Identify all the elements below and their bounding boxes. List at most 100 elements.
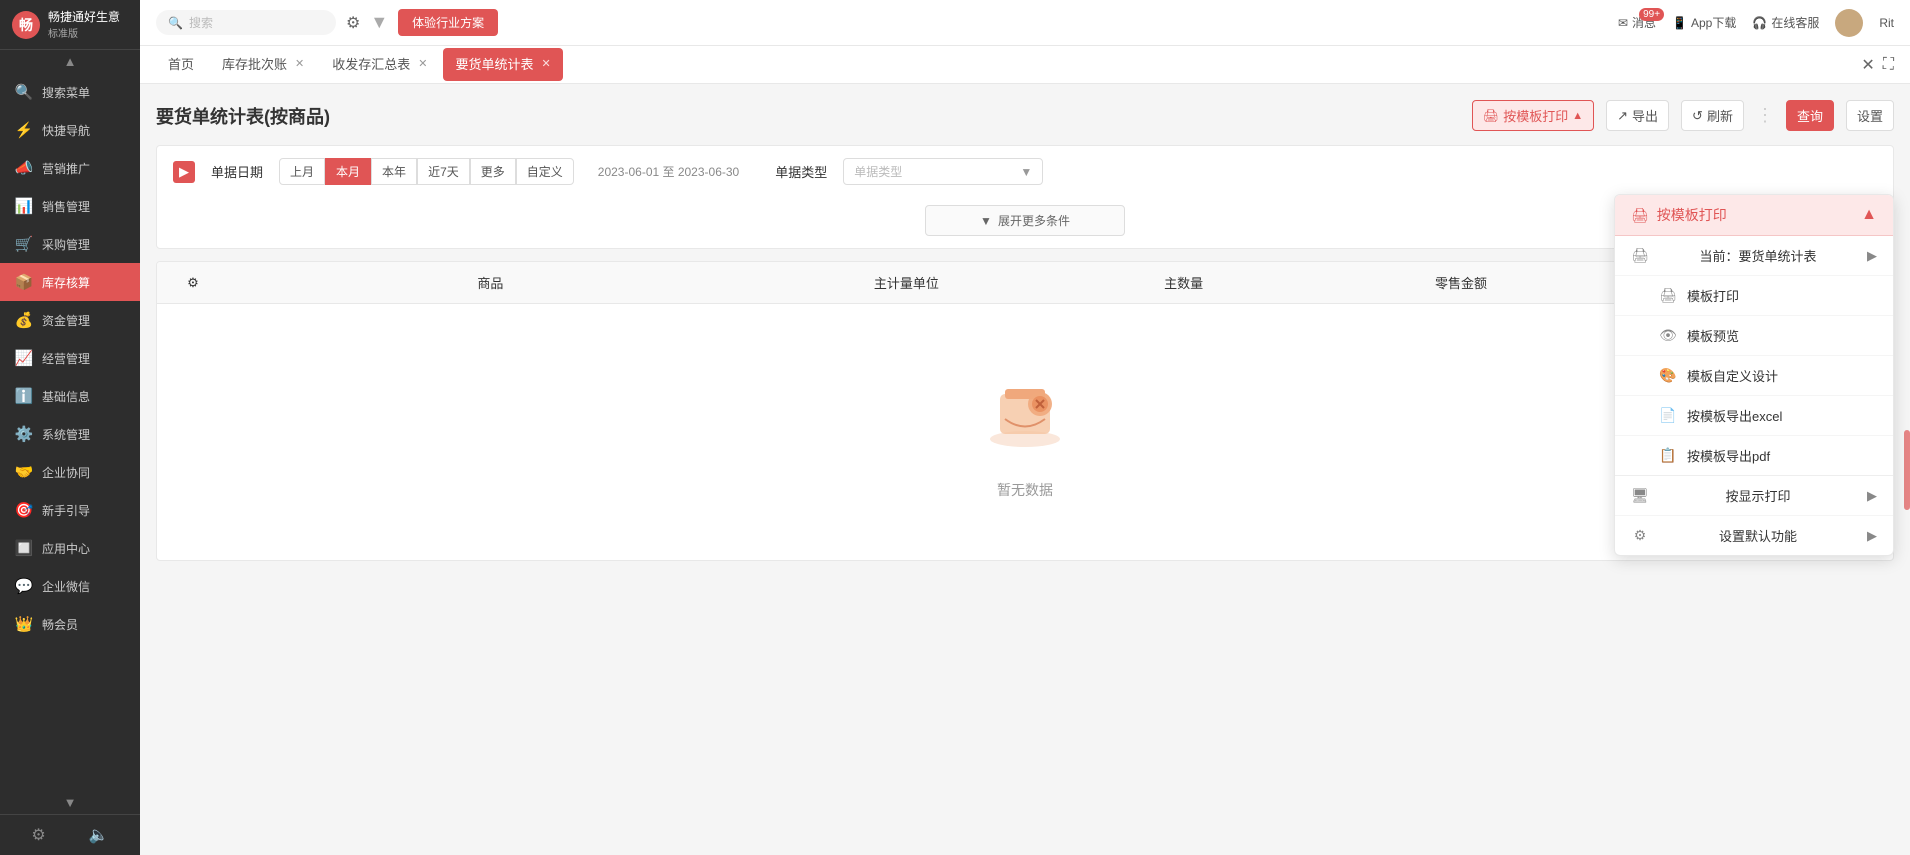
dropdown-export-pdf[interactable]: 📋 按模板导出pdf <box>1615 436 1893 475</box>
sidebar-item-system[interactable]: ⚙️ 系统管理 <box>0 415 140 453</box>
dropdown-header: 🖨 按模板打印 ▲ <box>1615 195 1893 236</box>
wechat-icon: 💬 <box>14 577 34 595</box>
tabs-actions: ✕ ⛶ <box>1861 55 1894 75</box>
topbar-gear-icon[interactable]: ⚙ <box>346 13 360 33</box>
dropdown-template-print[interactable]: 🖨 模板打印 <box>1615 276 1893 316</box>
set-default-arrow-icon: ▶ <box>1867 528 1877 544</box>
export-excel-icon: 📄 <box>1659 407 1677 424</box>
refresh-btn[interactable]: ↺ 刷新 <box>1681 100 1744 131</box>
tab-collection-summary[interactable]: 收发存汇总表 ✕ <box>320 48 439 81</box>
sales-icon: 📊 <box>14 197 34 215</box>
tab-close-order-stats[interactable]: ✕ <box>542 57 551 70</box>
dropdown-current-template[interactable]: 🖨 当前：要货单统计表 ▶ <box>1615 236 1893 276</box>
current-template-arrow-icon: ▶ <box>1867 248 1877 264</box>
template-design-icon: 🎨 <box>1659 367 1677 384</box>
sidebar-nav: 🔍 搜索菜单 ⚡ 快捷导航 📣 营销推广 📊 销售管理 🛒 采购管理 📦 库存核… <box>0 73 140 791</box>
main-area: 🔍 搜索 ⚙ ▼ 体验行业方案 ✉ 消息 99+ 📱 App下载 🎧 在线客服 … <box>140 0 1910 855</box>
col-goods: 商品 <box>213 273 768 292</box>
topbar-search[interactable]: 🔍 搜索 <box>156 10 336 35</box>
template-preview-icon: 👁 <box>1659 327 1677 344</box>
headset-icon: 🎧 <box>1752 16 1767 30</box>
audio-icon[interactable]: 🔈 <box>89 825 109 845</box>
page-header: 要货单统计表(按商品) 🖨 按模板打印 ▲ ↗ 导出 ↺ 刷新 ⋮ 查询 设置 <box>156 100 1894 131</box>
query-btn[interactable]: 查询 <box>1786 100 1834 131</box>
tab-close-inventory-batch[interactable]: ✕ <box>295 57 304 70</box>
sidebar-item-finance[interactable]: 💰 资金管理 <box>0 301 140 339</box>
print-btn[interactable]: 🖨 按模板打印 ▲ <box>1472 100 1594 131</box>
message-icon: ✉ <box>1618 16 1628 30</box>
sidebar-item-cooperation[interactable]: 🤝 企业协同 <box>0 453 140 491</box>
tab-home[interactable]: 首页 <box>156 48 206 81</box>
sidebar-logo: 畅 畅捷通好生意 标准版 <box>0 0 140 50</box>
app-center-icon: 🔲 <box>14 539 34 557</box>
tabs-close-all-icon[interactable]: ✕ <box>1861 55 1874 75</box>
export-btn[interactable]: ↗ 导出 <box>1606 100 1669 131</box>
col-settings[interactable]: ⚙ <box>173 275 213 291</box>
date-current-month[interactable]: 本月 <box>325 158 371 185</box>
date-current-year[interactable]: 本年 <box>371 158 417 185</box>
print-icon: 🖨 <box>1483 108 1500 124</box>
experience-btn[interactable]: 体验行业方案 <box>398 9 498 36</box>
sidebar-scroll-up[interactable]: ▲ <box>0 50 140 73</box>
avatar[interactable] <box>1835 9 1863 37</box>
basic-info-icon: ℹ️ <box>14 387 34 405</box>
tab-inventory-batch[interactable]: 库存批次账 ✕ <box>210 48 316 81</box>
sidebar-item-search[interactable]: 🔍 搜索菜单 <box>0 73 140 111</box>
scrollbar-indicator[interactable] <box>1904 430 1910 510</box>
set-default-icon: ⚙ <box>1631 527 1649 544</box>
sidebar-item-basic-info[interactable]: ℹ️ 基础信息 <box>0 377 140 415</box>
sidebar-item-sales[interactable]: 📊 销售管理 <box>0 187 140 225</box>
sidebar-scroll-down[interactable]: ▼ <box>0 791 140 814</box>
print-dropdown: 🖨 按模板打印 ▲ 🖨 当前：要货单统计表 ▶ 🖨 模板打印 � <box>1614 194 1894 556</box>
display-print-icon: 🖥 <box>1631 487 1649 504</box>
dropdown-display-print[interactable]: 🖥 按显示打印 ▶ <box>1615 476 1893 516</box>
dropdown-collapse-icon[interactable]: ▲ <box>1861 206 1877 224</box>
sidebar-item-operations[interactable]: 📈 经营管理 <box>0 339 140 377</box>
doc-type-select[interactable]: 单据类型 ▼ <box>843 158 1043 185</box>
guide-icon: 🎯 <box>14 501 34 519</box>
settings-bottom-icon[interactable]: ⚙ <box>31 825 45 845</box>
date-prev-month[interactable]: 上月 <box>279 158 325 185</box>
dropdown-export-excel[interactable]: 📄 按模板导出excel <box>1615 396 1893 436</box>
message-btn[interactable]: ✉ 消息 99+ <box>1618 14 1656 31</box>
date-last-7[interactable]: 近7天 <box>417 158 470 185</box>
search-icon: 🔍 <box>14 83 34 101</box>
system-icon: ⚙️ <box>14 425 34 443</box>
sidebar-item-quick-nav[interactable]: ⚡ 快捷导航 <box>0 111 140 149</box>
date-custom[interactable]: 自定义 <box>516 158 574 185</box>
sidebar-item-inventory[interactable]: 📦 库存核算 <box>0 263 140 301</box>
sidebar-item-wechat[interactable]: 💬 企业微信 <box>0 567 140 605</box>
sidebar-item-vip[interactable]: 👑 畅会员 <box>0 605 140 643</box>
sidebar-item-marketing[interactable]: 📣 营销推广 <box>0 149 140 187</box>
logo-text: 畅捷通好生意 标准版 <box>48 9 120 41</box>
expand-icon: ▼ <box>980 214 992 228</box>
phone-icon: 📱 <box>1672 16 1687 30</box>
dropdown-template-preview[interactable]: 👁 模板预览 <box>1615 316 1893 356</box>
current-template-icon: 🖨 <box>1631 247 1649 264</box>
tab-close-collection-summary[interactable]: ✕ <box>418 57 427 70</box>
dropdown-sub-group: 🖨 模板打印 👁 模板预览 🎨 模板自定义设计 📄 按模板导出excel 📋 <box>1615 276 1893 476</box>
page-title: 要货单统计表(按商品) <box>156 103 330 129</box>
chevron-up-icon: ▲ <box>1572 110 1583 122</box>
col-retail-amount: 零售金额 <box>1322 273 1599 292</box>
tabs-maximize-icon[interactable]: ⛶ <box>1883 56 1894 74</box>
date-more[interactable]: 更多 <box>470 158 516 185</box>
display-print-arrow-icon: ▶ <box>1867 488 1877 504</box>
col-qty: 主数量 <box>1045 273 1322 292</box>
sidebar-item-app-center[interactable]: 🔲 应用中心 <box>0 529 140 567</box>
export-icon: ↗ <box>1617 108 1628 124</box>
sidebar-item-purchase[interactable]: 🛒 采购管理 <box>0 225 140 263</box>
app-download-btn[interactable]: 📱 App下载 <box>1672 14 1736 31</box>
online-service-btn[interactable]: 🎧 在线客服 <box>1752 14 1819 31</box>
empty-text: 暂无数据 <box>997 480 1053 500</box>
settings-btn[interactable]: 设置 <box>1846 100 1894 131</box>
tab-order-stats[interactable]: 要货单统计表 ✕ <box>443 48 562 81</box>
sidebar-item-guide[interactable]: 🎯 新手引导 <box>0 491 140 529</box>
export-pdf-icon: 📋 <box>1659 447 1677 464</box>
expand-more-btn[interactable]: ▼ 展开更多条件 <box>925 205 1125 236</box>
dropdown-template-design[interactable]: 🎨 模板自定义设计 <box>1615 356 1893 396</box>
dropdown-set-default[interactable]: ⚙ 设置默认功能 ▶ <box>1615 516 1893 555</box>
filter-expand-arrow[interactable]: ▶ <box>173 161 195 183</box>
topbar: 🔍 搜索 ⚙ ▼ 体验行业方案 ✉ 消息 99+ 📱 App下载 🎧 在线客服 … <box>140 0 1910 46</box>
content-area: 要货单统计表(按商品) 🖨 按模板打印 ▲ ↗ 导出 ↺ 刷新 ⋮ 查询 设置 <box>140 84 1910 855</box>
